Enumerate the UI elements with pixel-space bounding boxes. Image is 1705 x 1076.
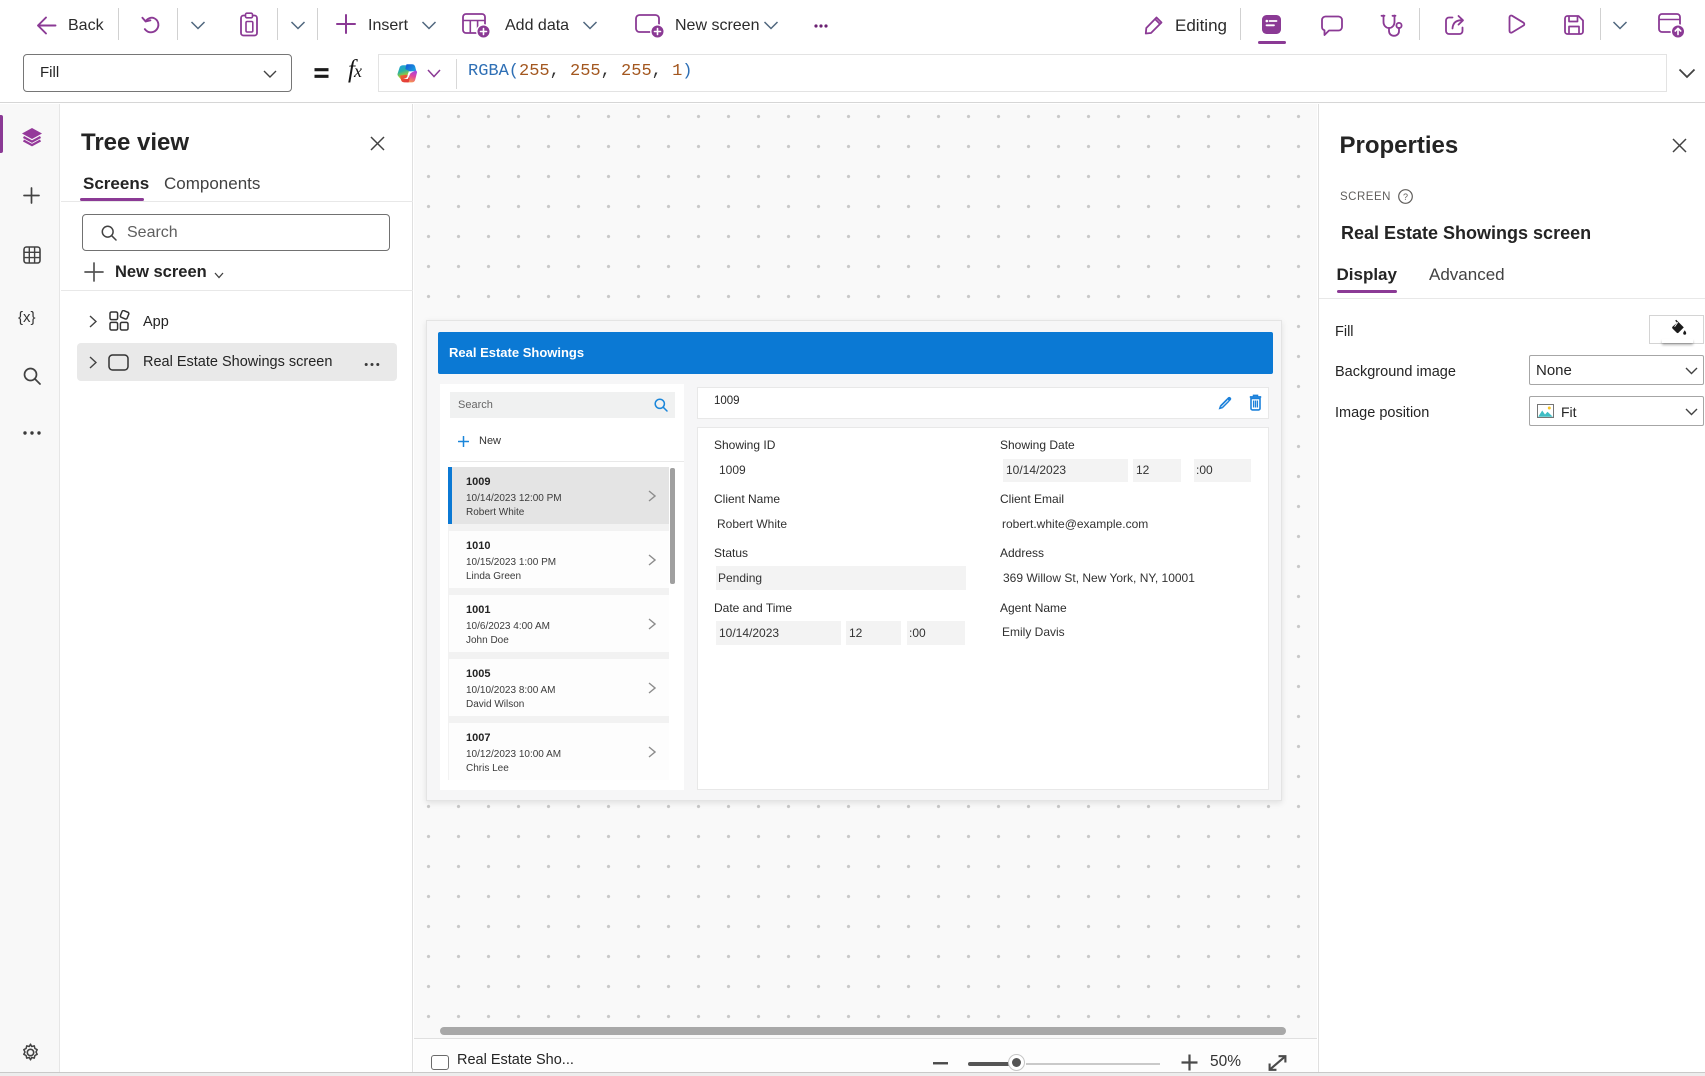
svg-text:?: ? — [1403, 192, 1408, 202]
